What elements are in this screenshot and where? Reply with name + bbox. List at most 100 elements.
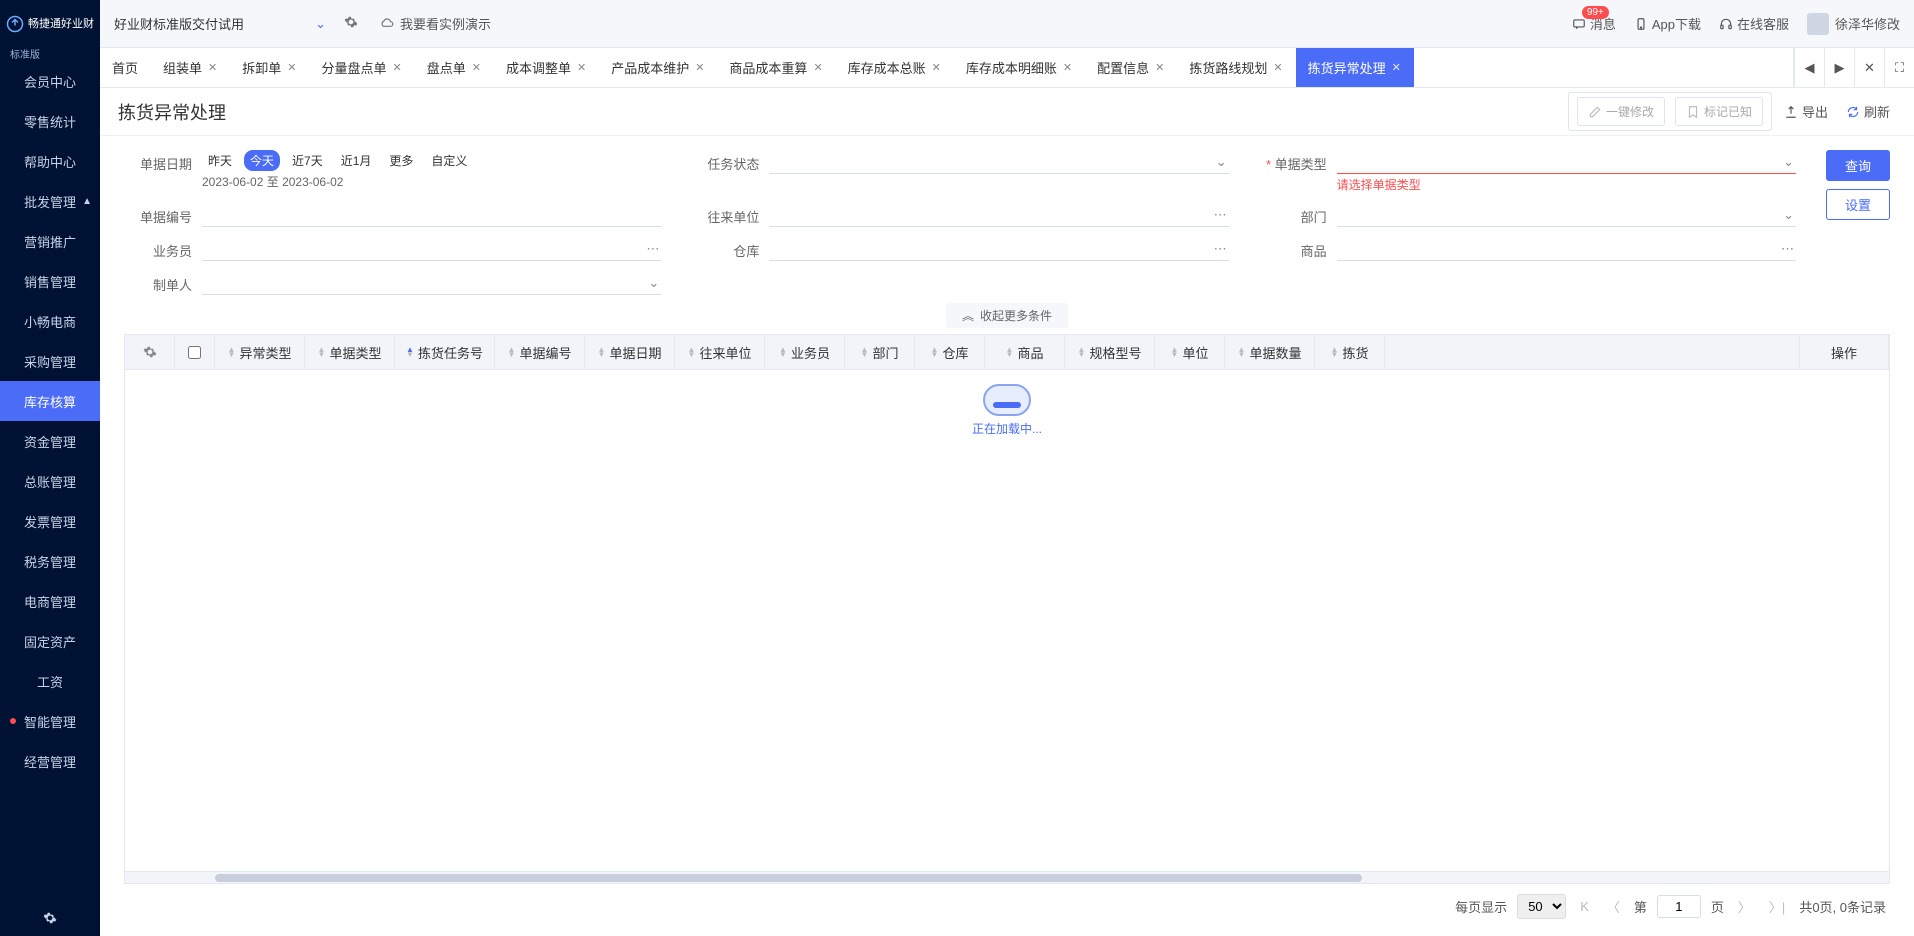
- column-header[interactable]: ▲▼单据日期: [585, 335, 675, 369]
- horizontal-scrollbar[interactable]: [124, 872, 1890, 884]
- sidebar-item[interactable]: 小畅电商: [0, 301, 100, 341]
- column-header[interactable]: ▲▼规格型号: [1065, 335, 1155, 369]
- close-icon[interactable]: ✕: [287, 61, 296, 74]
- sidebar-item[interactable]: 工资: [0, 661, 100, 701]
- column-header[interactable]: ▲▼异常类型: [215, 335, 305, 369]
- export-button[interactable]: 导出: [1778, 102, 1834, 121]
- more-icon[interactable]: ⋯: [1214, 207, 1227, 223]
- column-header[interactable]: ▲▼仓库: [915, 335, 985, 369]
- settings-button[interactable]: 设置: [1826, 189, 1890, 220]
- close-icon[interactable]: ✕: [1273, 61, 1282, 74]
- column-settings[interactable]: [125, 335, 175, 369]
- tab[interactable]: 库存成本总账✕: [836, 48, 954, 87]
- column-header[interactable]: ▲▼单据类型: [305, 335, 395, 369]
- chevron-down-icon[interactable]: ⌄: [648, 275, 659, 291]
- close-icon[interactable]: ✕: [1155, 61, 1164, 74]
- date-quick-option[interactable]: 更多: [383, 150, 419, 171]
- tabs-close-all[interactable]: ✕: [1854, 48, 1884, 87]
- sidebar-item[interactable]: 发票管理: [0, 501, 100, 541]
- tabs-prev[interactable]: ◀: [1794, 48, 1824, 87]
- sidebar-item[interactable]: 总账管理: [0, 461, 100, 501]
- sidebar-item[interactable]: 资金管理: [0, 421, 100, 461]
- settings-button[interactable]: [344, 15, 358, 32]
- date-quick-option[interactable]: 昨天: [202, 150, 238, 171]
- partner-lookup[interactable]: [769, 203, 1228, 227]
- warehouse-lookup[interactable]: [769, 237, 1228, 261]
- sidebar-item[interactable]: 税务管理: [0, 541, 100, 581]
- app-download-link[interactable]: App下载: [1634, 14, 1701, 33]
- refresh-button[interactable]: 刷新: [1840, 102, 1896, 121]
- close-icon[interactable]: ✕: [577, 61, 586, 74]
- date-quick-option[interactable]: 近1月: [335, 150, 378, 171]
- sidebar-item[interactable]: 库存核算: [0, 381, 100, 421]
- product-lookup[interactable]: [1337, 237, 1796, 261]
- collapse-filters[interactable]: ︽ 收起更多条件: [946, 303, 1068, 328]
- sidebar-item[interactable]: 电商管理: [0, 581, 100, 621]
- tab[interactable]: 盘点单✕: [415, 48, 494, 87]
- search-button[interactable]: 查询: [1826, 150, 1890, 181]
- column-header[interactable]: ▲▼单据编号: [495, 335, 585, 369]
- more-icon[interactable]: ⋯: [1214, 241, 1227, 257]
- tab[interactable]: 产品成本维护✕: [599, 48, 717, 87]
- tab[interactable]: 首页: [100, 48, 151, 87]
- chevron-down-icon[interactable]: ⌄: [1783, 154, 1794, 170]
- sidebar-item[interactable]: 会员中心: [0, 61, 100, 101]
- close-icon[interactable]: ✕: [695, 61, 704, 74]
- per-page-select[interactable]: 50: [1517, 894, 1566, 919]
- close-icon[interactable]: ✕: [932, 61, 941, 74]
- close-icon[interactable]: ✕: [472, 61, 481, 74]
- sidebar-item[interactable]: 营销推广: [0, 221, 100, 261]
- last-page[interactable]: 〉|: [1765, 897, 1789, 916]
- chevron-down-icon[interactable]: ⌄: [1783, 207, 1794, 223]
- tab[interactable]: 分量盘点单✕: [309, 48, 414, 87]
- column-header[interactable]: ▲▼拣货任务号: [395, 335, 495, 369]
- close-icon[interactable]: ✕: [813, 61, 822, 74]
- sidebar-settings[interactable]: [0, 900, 100, 936]
- column-header[interactable]: ▲▼单据数量: [1225, 335, 1315, 369]
- fullscreen-toggle[interactable]: ⛶: [1884, 48, 1914, 87]
- task-status-select[interactable]: [769, 150, 1228, 174]
- close-icon[interactable]: ✕: [1063, 61, 1072, 74]
- sidebar-item[interactable]: 经营管理: [0, 741, 100, 781]
- tab[interactable]: 组装单✕: [151, 48, 230, 87]
- sidebar-item[interactable]: 帮助中心: [0, 141, 100, 181]
- tab[interactable]: 成本调整单✕: [494, 48, 599, 87]
- tab[interactable]: 商品成本重算✕: [717, 48, 835, 87]
- demo-link[interactable]: 我要看实例演示: [380, 14, 491, 33]
- next-page[interactable]: 〉: [1734, 897, 1755, 916]
- first-page[interactable]: K: [1576, 899, 1593, 914]
- doc-type-select[interactable]: [1337, 150, 1796, 174]
- user-menu[interactable]: 徐泽华修改: [1807, 13, 1900, 35]
- close-icon[interactable]: ✕: [393, 61, 402, 74]
- tab[interactable]: 配置信息✕: [1085, 48, 1177, 87]
- column-header[interactable]: ▲▼往来单位: [675, 335, 765, 369]
- tab[interactable]: 拣货路线规划✕: [1177, 48, 1295, 87]
- sidebar-item[interactable]: 批发管理▲: [0, 181, 100, 221]
- close-icon[interactable]: ✕: [1392, 61, 1401, 74]
- doc-no-input[interactable]: [202, 203, 661, 227]
- select-all-checkbox[interactable]: [188, 346, 201, 359]
- scrollbar-thumb[interactable]: [215, 874, 1362, 882]
- maker-select[interactable]: [202, 271, 661, 295]
- date-quick-option[interactable]: 自定义: [425, 150, 473, 171]
- product-selector[interactable]: 好业财标准版交付试用 ⌄: [114, 14, 334, 33]
- page-input[interactable]: [1657, 895, 1701, 918]
- column-header[interactable]: ▲▼商品: [985, 335, 1065, 369]
- sidebar-item[interactable]: 采购管理: [0, 341, 100, 381]
- date-quick-option[interactable]: 今天: [244, 150, 280, 171]
- close-icon[interactable]: ✕: [208, 61, 217, 74]
- sidebar-item[interactable]: 销售管理: [0, 261, 100, 301]
- support-link[interactable]: 在线客服: [1719, 14, 1789, 33]
- column-header[interactable]: ▲▼拣货: [1315, 335, 1385, 369]
- column-header[interactable]: ▲▼部门: [845, 335, 915, 369]
- tab[interactable]: 拆卸单✕: [230, 48, 309, 87]
- date-quick-option[interactable]: 近7天: [286, 150, 329, 171]
- dept-select[interactable]: [1337, 203, 1796, 227]
- tab[interactable]: 库存成本明细账✕: [954, 48, 1085, 87]
- tab[interactable]: 拣货异常处理✕: [1296, 48, 1414, 87]
- tabs-next[interactable]: ▶: [1824, 48, 1854, 87]
- chevron-down-icon[interactable]: ⌄: [1216, 154, 1227, 170]
- more-icon[interactable]: ⋯: [1781, 241, 1794, 257]
- sidebar-item[interactable]: 智能管理: [0, 701, 100, 741]
- more-icon[interactable]: ⋯: [646, 241, 659, 257]
